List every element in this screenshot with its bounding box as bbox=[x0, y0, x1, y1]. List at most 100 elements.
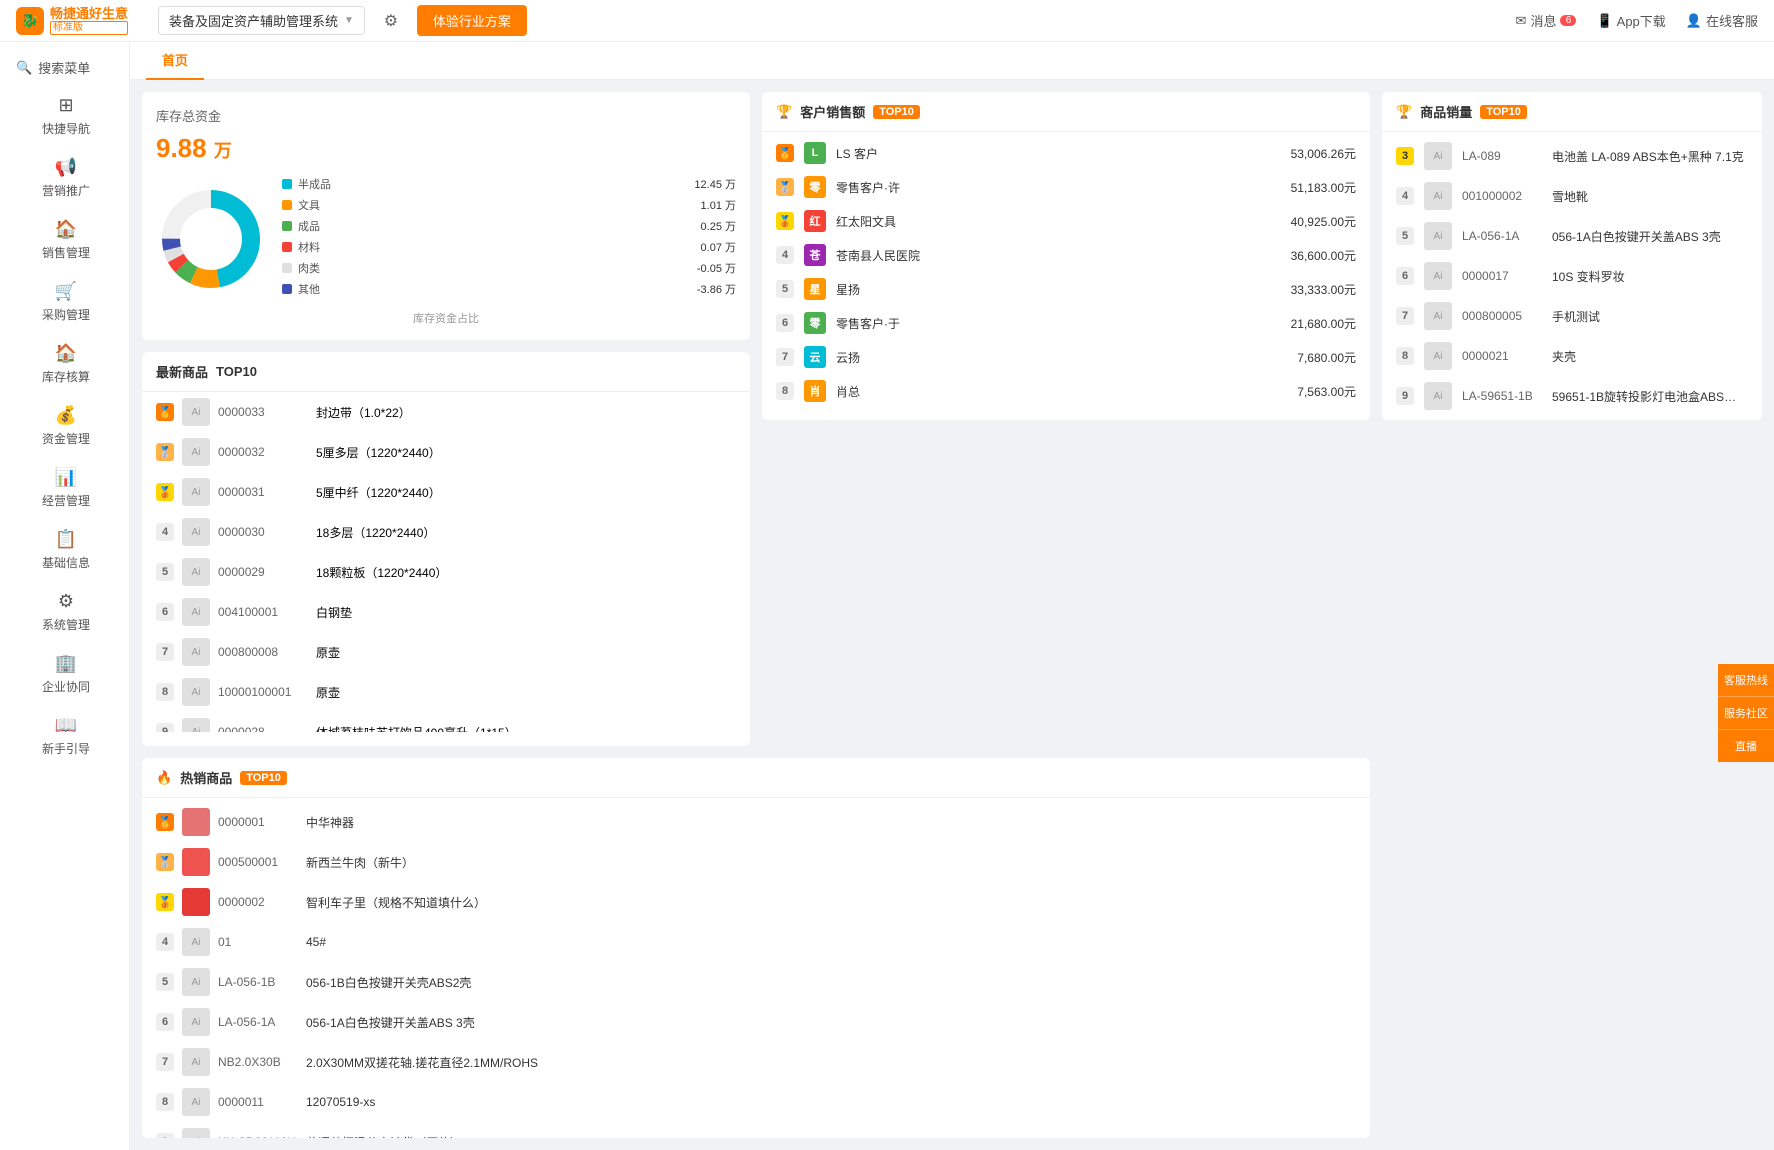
rank-avatar: 星 bbox=[804, 278, 826, 300]
sidebar-item-system[interactable]: ⚙ 系统管理 bbox=[0, 581, 129, 643]
legend-left: 其他 bbox=[282, 281, 320, 297]
legend-item: 半成品 12.45 万 bbox=[282, 176, 736, 192]
product-code: 0000031 bbox=[218, 485, 308, 499]
sidebar-label-finance: 资金管理 bbox=[42, 430, 90, 447]
customer-rank-item: 5 星 星扬 33,333.00元 bbox=[762, 272, 1370, 306]
service-icon: 👤 bbox=[1686, 13, 1702, 29]
product-thumbnail: Ai bbox=[182, 928, 210, 956]
customer-rank-item: 7 云 云扬 7,680.00元 bbox=[762, 340, 1370, 374]
sidebar-icon-enterprise: 🏢 bbox=[55, 653, 77, 674]
sidebar-item-purchase[interactable]: 🛒 采购管理 bbox=[0, 271, 129, 333]
legend-label: 其他 bbox=[298, 281, 320, 297]
inventory-chart-title: 库存资金占比 bbox=[156, 310, 736, 326]
sidebar-label-basics: 基础信息 bbox=[42, 554, 90, 571]
sidebar-icon-finance: 💰 bbox=[55, 405, 77, 426]
product-change-list: 3 Ai LA-089 电池盖 LA-089 ABS本色+黑种 7.1克 4 A… bbox=[1382, 132, 1762, 420]
rank-number: 9 bbox=[156, 723, 174, 732]
rank-name: 苍南县人民医院 bbox=[836, 247, 1281, 264]
legend-item: 肉类 -0.05 万 bbox=[282, 260, 736, 276]
rank-value: 33,333.00元 bbox=[1291, 281, 1356, 298]
float-btn-客服热线[interactable]: 客服热线 bbox=[1718, 664, 1774, 697]
newest-product-item: 8 Ai 10000100001 原壶 bbox=[142, 672, 750, 712]
product-thumbnail: Ai bbox=[182, 518, 210, 546]
inventory-unit: 万 bbox=[214, 141, 232, 161]
sidebar-item-inventory[interactable]: 🏠 库存核算 bbox=[0, 333, 129, 395]
sidebar-item-enterprise[interactable]: 🏢 企业协同 bbox=[0, 643, 129, 705]
legend-left: 材料 bbox=[282, 239, 320, 255]
rank-avatar: 零 bbox=[804, 312, 826, 334]
sidebar-item-guide[interactable]: 📖 新手引导 bbox=[0, 705, 129, 767]
settings-icon[interactable]: ⚙ bbox=[377, 7, 405, 35]
product-name: 夹壳 bbox=[1552, 348, 1748, 365]
product-code: NB2.0X30B bbox=[218, 1055, 298, 1069]
sidebar-item-finance[interactable]: 💰 资金管理 bbox=[0, 395, 129, 457]
product-name: 056-1A白色按键开关盖ABS 3壳 bbox=[306, 1014, 1356, 1031]
system-name: 装备及固定资产辅助管理系统 bbox=[169, 11, 338, 30]
rank-number: 4 bbox=[776, 246, 794, 264]
top-badge-2: TOP10 bbox=[1480, 105, 1527, 119]
rank-number: 6 bbox=[776, 314, 794, 332]
customer-ranking-header: 🏆 客户销售额 TOP10 bbox=[762, 92, 1370, 132]
sidebar-label-marketing: 营销推广 bbox=[42, 182, 90, 199]
rank-number: 8 bbox=[156, 1093, 174, 1111]
product-code: 0000030 bbox=[218, 525, 308, 539]
chevron-down-icon: ▼ bbox=[344, 15, 354, 26]
hot-product-item: 4 Ai 01 45# bbox=[142, 922, 1370, 962]
rank-number: 9 bbox=[156, 1133, 174, 1138]
newest-products-card: 最新商品 TOP10 🥇 Ai 0000033 封边带（1.0*22） 🥈 Ai… bbox=[142, 352, 750, 746]
online-service-label: 在线客服 bbox=[1706, 11, 1758, 30]
sidebar-item-basics[interactable]: 📋 基础信息 bbox=[0, 519, 129, 581]
sidebar-label-sales: 销售管理 bbox=[42, 244, 90, 261]
rank-value: 53,006.26元 bbox=[1291, 145, 1356, 162]
rank-number: 4 bbox=[1396, 187, 1414, 205]
rank-number: 🥈 bbox=[156, 443, 174, 461]
product-thumbnail bbox=[182, 808, 210, 836]
product-thumbnail: Ai bbox=[182, 1088, 210, 1116]
hot-product-item: 🥉 0000002 智利车子里（规格不知道填什么） bbox=[142, 882, 1370, 922]
sidebar-item-operations[interactable]: 📊 经营管理 bbox=[0, 457, 129, 519]
trophy-icon: 🏆 bbox=[776, 104, 792, 120]
hot-products-list: 🥇 0000001 中华神器 🥈 000500001 新西兰牛肉（新牛） 🥉 0… bbox=[142, 798, 1370, 1138]
customer-rank-item: 🥉 红 红太阳文具 40,925.00元 bbox=[762, 204, 1370, 238]
product-img: Ai bbox=[1424, 302, 1452, 330]
legend-value: -0.05 万 bbox=[697, 260, 736, 276]
product-code: 0000002 bbox=[218, 895, 298, 909]
product-code: 004100001 bbox=[218, 605, 308, 619]
hot-product-item: 6 Ai LA-056-1A 056-1A白色按键开关盖ABS 3壳 bbox=[142, 1002, 1370, 1042]
app-download-button[interactable]: 📱 App下载 bbox=[1596, 11, 1665, 30]
fire-icon: 🔥 bbox=[156, 770, 172, 786]
float-btn-服务社区[interactable]: 服务社区 bbox=[1718, 697, 1774, 730]
float-btn-直播[interactable]: 直播 bbox=[1718, 730, 1774, 762]
product-thumbnail: Ai bbox=[182, 968, 210, 996]
legend-item: 文具 1.01 万 bbox=[282, 197, 736, 213]
online-service-button[interactable]: 👤 在线客服 bbox=[1686, 11, 1758, 30]
sidebar-item-quick-nav[interactable]: ⊞ 快捷导航 bbox=[0, 85, 129, 147]
sidebar-label-quick-nav: 快捷导航 bbox=[42, 120, 90, 137]
customer-ranking-title: 客户销售额 bbox=[800, 102, 865, 121]
product-name: 5厘多层（1220*2440） bbox=[316, 444, 736, 461]
sidebar-item-sales[interactable]: 🏠 销售管理 bbox=[0, 209, 129, 271]
search-menu-item[interactable]: 🔍 搜索菜单 bbox=[0, 50, 129, 85]
trial-button[interactable]: 体验行业方案 bbox=[417, 5, 527, 36]
product-thumbnail: Ai bbox=[182, 678, 210, 706]
system-selector[interactable]: 装备及固定资产辅助管理系统 ▼ bbox=[158, 6, 365, 35]
message-button[interactable]: ✉ 消息 6 bbox=[1516, 11, 1577, 30]
rank-avatar: 零 bbox=[804, 176, 826, 198]
rank-avatar: 云 bbox=[804, 346, 826, 368]
hot-products-card: 🔥 热销商品 TOP10 🥇 0000001 中华神器 🥈 000500001 … bbox=[142, 758, 1370, 1138]
legend-left: 肉类 bbox=[282, 260, 320, 276]
hot-top-badge: TOP10 bbox=[240, 771, 287, 785]
dashboard: 🏆 客户销售额 TOP10 🥇 L LS 客户 53,006.26元 🥈 零 零… bbox=[130, 80, 1774, 1150]
product-code: LA-089 bbox=[1462, 149, 1542, 163]
sidebar-item-marketing[interactable]: 📢 营销推广 bbox=[0, 147, 129, 209]
tab-home[interactable]: 首页 bbox=[146, 42, 204, 80]
rank-number: 8 bbox=[156, 683, 174, 701]
bottom-row: 🔥 热销商品 TOP10 🥇 0000001 中华神器 🥈 000500001 … bbox=[142, 758, 1370, 1138]
product-code: 0000029 bbox=[218, 565, 308, 579]
product-thumbnail: Ai bbox=[182, 598, 210, 626]
sidebar-icon-purchase: 🛒 bbox=[55, 281, 77, 302]
hot-product-item: 5 Ai LA-056-1B 056-1B白色按键开关壳ABS2壳 bbox=[142, 962, 1370, 1002]
legend-dot bbox=[282, 200, 292, 210]
legend-label: 材料 bbox=[298, 239, 320, 255]
product-name: 封边带（1.0*22） bbox=[316, 404, 736, 421]
